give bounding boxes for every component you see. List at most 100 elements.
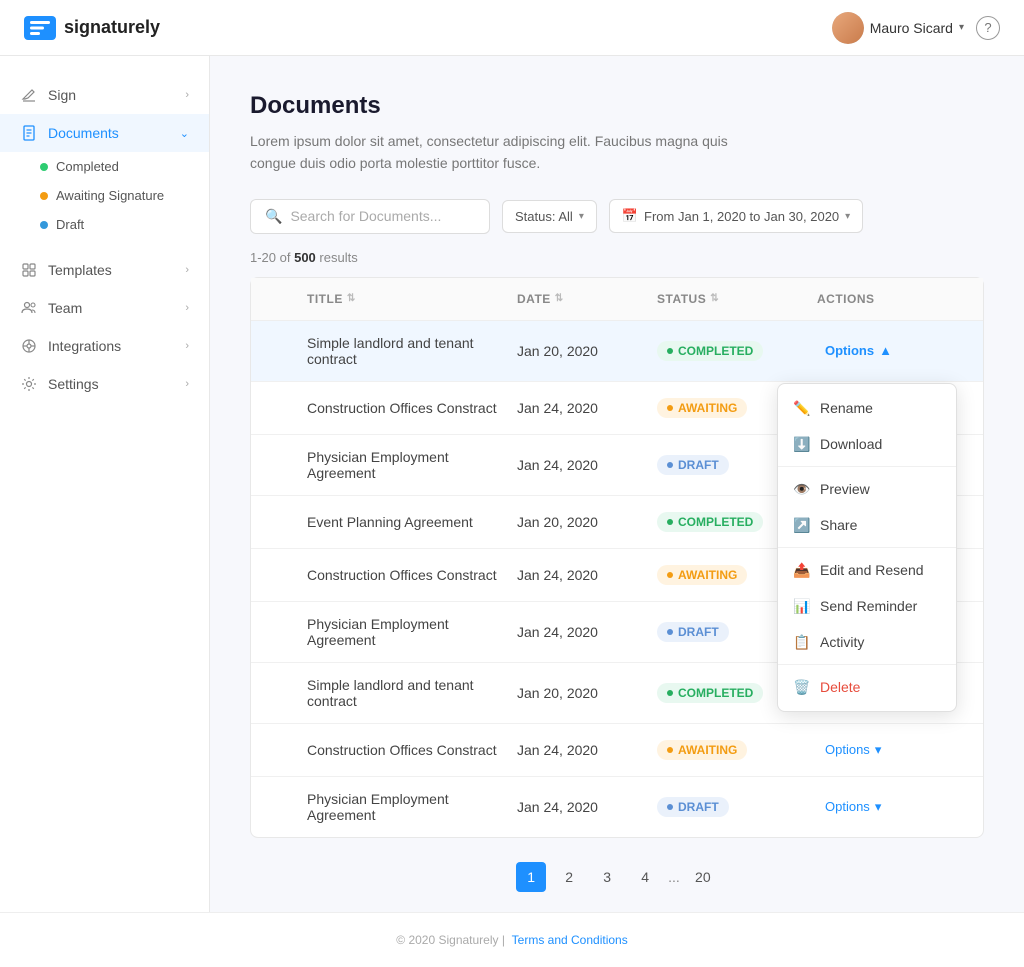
integrations-chevron-icon: › [185,340,189,352]
integrations-label: Integrations [48,338,121,354]
results-count: 1-20 of 500 results [250,250,984,265]
row-date: Jan 24, 2020 [517,799,657,815]
help-icon[interactable]: ? [976,16,1000,40]
page-1-button[interactable]: 1 [516,862,546,892]
pagination: 1 2 3 4 ... 20 [250,862,984,892]
status-dot-icon [667,462,673,468]
status-filter[interactable]: Status: All ▾ [502,200,597,233]
header-date[interactable]: DATE ⇅ [517,292,657,306]
edit-resend-icon: 📤 [794,562,810,578]
rename-label: Rename [820,400,873,416]
sign-icon [20,86,38,104]
dropdown-download[interactable]: ⬇️ Download [778,426,956,462]
status-badge: COMPLETED [657,512,763,532]
delete-label: Delete [820,679,860,695]
sidebar-documents-inner: Documents [20,124,119,142]
app-container: signaturely Mauro Sicard ▾ ? [0,0,1024,967]
search-input[interactable] [290,208,475,224]
status-dot-icon [667,572,673,578]
page-4-button[interactable]: 4 [630,862,660,892]
footer: © 2020 Signaturely | Terms and Condition… [0,912,1024,967]
footer-copyright: © 2020 Signaturely | [396,933,505,947]
status-badge: AWAITING [657,740,747,760]
dropdown-divider-3 [778,664,956,665]
status-sort-icon: ⇅ [710,293,719,304]
sidebar-item-team[interactable]: Team › [0,289,209,327]
status-badge: COMPLETED [657,683,763,703]
status-dot-icon [667,405,673,411]
page-20-button[interactable]: 20 [688,862,718,892]
row-date: Jan 20, 2020 [517,685,657,701]
header-status[interactable]: STATUS ⇅ [657,292,817,306]
sidebar-item-draft[interactable]: Draft [40,210,209,239]
table-row[interactable]: Construction Offices Constract Jan 24, 2… [251,724,983,777]
sidebar-item-completed[interactable]: Completed [40,152,209,181]
row-date: Jan 24, 2020 [517,742,657,758]
settings-icon [20,375,38,393]
options-button[interactable]: Options ▾ [817,795,889,819]
share-label: Share [820,517,857,533]
search-box[interactable]: 🔍 [250,199,490,234]
pagination-ellipsis: ... [668,869,680,885]
sidebar-item-sign[interactable]: Sign › [0,76,209,114]
templates-label: Templates [48,262,112,278]
options-button[interactable]: Options ▲ [817,339,900,362]
row-title: Physician Employment Agreement [307,791,517,823]
table-row[interactable]: Physician Employment Agreement Jan 24, 2… [251,777,983,837]
options-chevron-icon: ▲ [879,343,892,358]
reminder-icon: 📊 [794,598,810,614]
sidebar-item-awaiting[interactable]: Awaiting Signature [40,181,209,210]
sidebar-item-templates[interactable]: Templates › [0,251,209,289]
row-date: Jan 24, 2020 [517,457,657,473]
header-title[interactable]: TITLE ⇅ [307,292,517,306]
dropdown-preview[interactable]: 👁️ Preview [778,471,956,507]
options-button[interactable]: Options ▾ [817,738,889,762]
dropdown-activity[interactable]: 📋 Activity [778,624,956,660]
options-chevron-icon: ▾ [875,799,882,815]
sidebar-sign-label: Sign [48,87,76,103]
download-label: Download [820,436,882,452]
header-actions-label: ACTIONS [817,292,875,306]
page-3-button[interactable]: 3 [592,862,622,892]
terms-link[interactable]: Terms and Conditions [512,933,628,947]
options-dropdown: ✏️ Rename ⬇️ Download 👁️ Preview [777,383,957,712]
toolbar: 🔍 Status: All ▾ 📅 From Jan 1, 2020 to Ja… [250,199,984,234]
row-title: Construction Offices Constract [307,400,517,416]
user-menu-chevron-icon: ▾ [959,22,964,33]
dropdown-share[interactable]: ↗️ Share [778,507,956,543]
status-badge: DRAFT [657,455,729,475]
dropdown-send-reminder[interactable]: 📊 Send Reminder [778,588,956,624]
integrations-icon [20,337,38,355]
team-icon [20,299,38,317]
logo: signaturely [24,16,160,40]
user-menu[interactable]: Mauro Sicard ▾ [832,12,964,44]
row-title: Simple landlord and tenant contract [307,677,517,709]
row-title: Physician Employment Agreement [307,449,517,481]
settings-chevron-icon: › [185,378,189,390]
date-filter[interactable]: 📅 From Jan 1, 2020 to Jan 30, 2020 ▾ [609,199,863,233]
sidebar-item-integrations[interactable]: Integrations › [0,327,209,365]
row-status: COMPLETED [657,341,817,361]
table-header: TITLE ⇅ DATE ⇅ STATUS ⇅ ACTIONS [251,278,983,321]
send-reminder-label: Send Reminder [820,598,917,614]
sidebar-item-documents[interactable]: Documents ⌄ [0,114,209,152]
dropdown-rename[interactable]: ✏️ Rename [778,390,956,426]
rename-icon: ✏️ [794,400,810,416]
edit-resend-label: Edit and Resend [820,562,924,578]
status-dot-icon [667,629,673,635]
header-actions: ACTIONS [817,292,967,306]
status-dot-icon [667,519,673,525]
templates-inner: Templates [20,261,112,279]
dropdown-delete[interactable]: 🗑️ Delete [778,669,956,705]
table-row[interactable]: Simple landlord and tenant contract Jan … [251,321,983,382]
calendar-icon: 📅 [622,208,638,224]
documents-chevron-icon: ⌄ [180,127,189,140]
row-title: Physician Employment Agreement [307,616,517,648]
sidebar-sign-inner: Sign [20,86,76,104]
status-dot-icon [667,747,673,753]
sidebar-item-settings[interactable]: Settings › [0,365,209,403]
logo-text: signaturely [64,17,160,38]
page-2-button[interactable]: 2 [554,862,584,892]
draft-label: Draft [56,217,84,232]
dropdown-edit-resend[interactable]: 📤 Edit and Resend [778,552,956,588]
